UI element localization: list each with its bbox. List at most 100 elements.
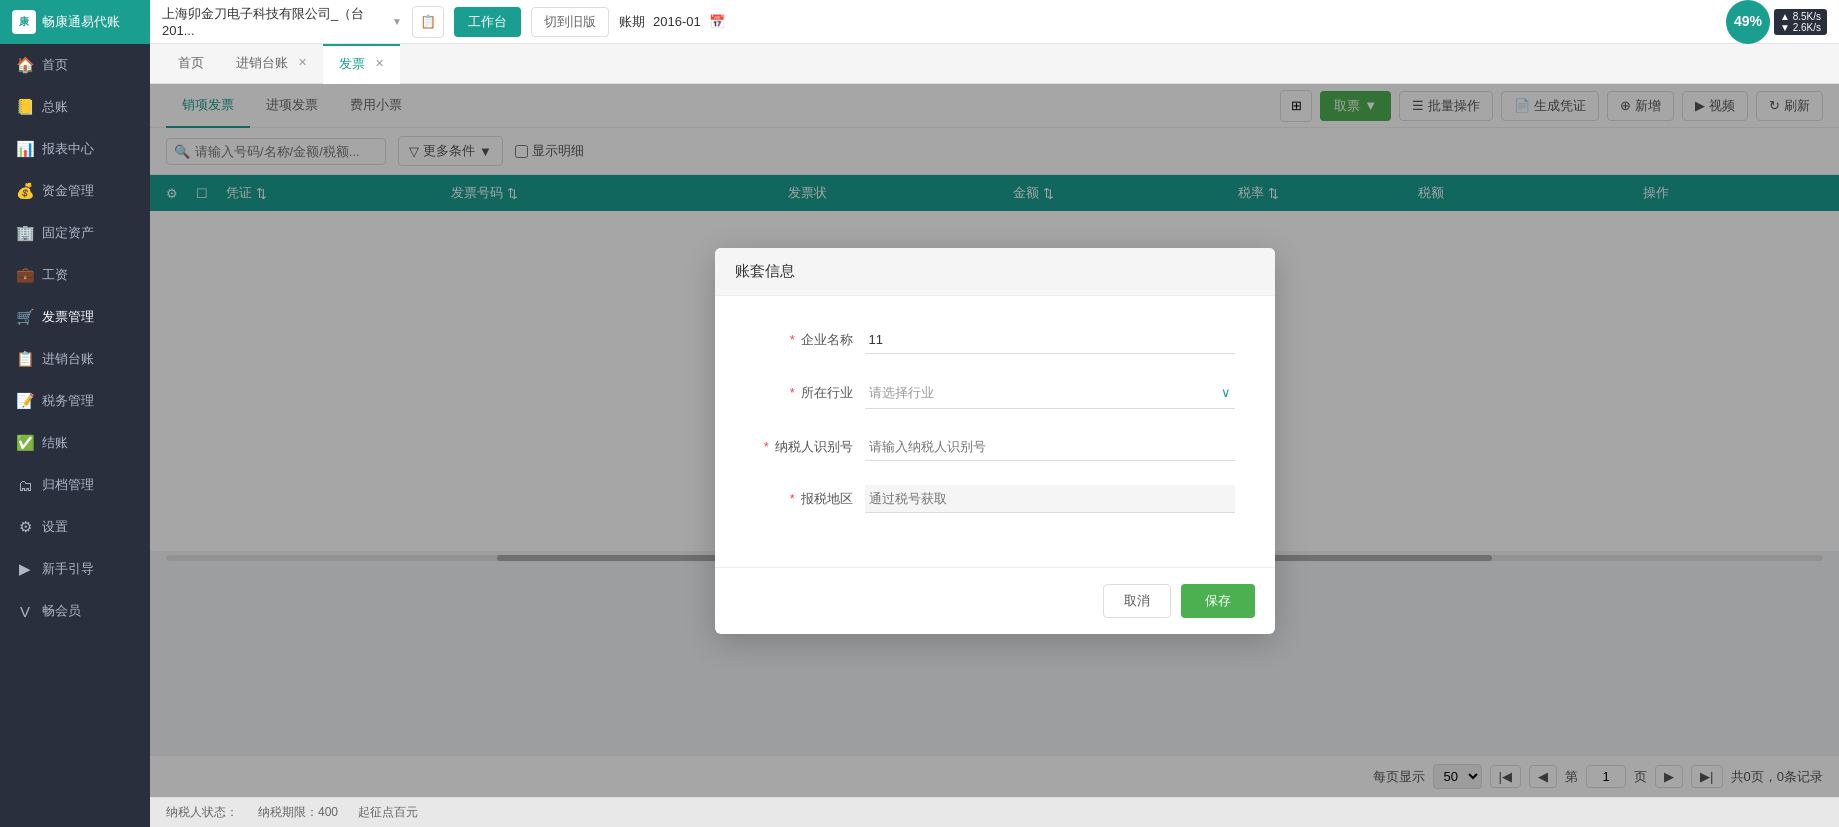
required-star: * <box>790 332 795 347</box>
chevron-down-icon: ▼ <box>392 16 402 27</box>
modal-body: * 企业名称 * 所在行业 请选择行业 <box>715 296 1275 567</box>
company-name: 上海卯金刀电子科技有限公司_（台201... <box>162 5 388 38</box>
info-icon: 📋 <box>420 14 436 29</box>
bottom-info2: 纳税期限：400 <box>258 804 338 821</box>
topbar: 上海卯金刀电子科技有限公司_（台201... ▼ 📋 工作台 切到旧版 账期 2… <box>150 0 1839 44</box>
sidebar-item-label: 资金管理 <box>42 182 94 200</box>
sidebar-item-reports[interactable]: 📊 报表中心 <box>0 128 150 170</box>
sidebar-item-label: 工资 <box>42 266 68 284</box>
sidebar-item-label: 固定资产 <box>42 224 94 242</box>
sidebar-item-settings[interactable]: ⚙ 设置 <box>0 506 150 548</box>
tab-invoice-label: 发票 <box>339 55 365 73</box>
industry-select-wrap[interactable]: 请选择行业 ∨ <box>865 378 1235 409</box>
sales-icon: 📋 <box>16 350 34 368</box>
sidebar-item-label: 结账 <box>42 434 68 452</box>
sidebar-item-label: 进销台账 <box>42 350 94 368</box>
logo-text: 畅康通易代账 <box>42 13 120 31</box>
tax-id-label: * 纳税人识别号 <box>755 438 865 456</box>
ledger-icon: 📒 <box>16 98 34 116</box>
modal-header: 账套信息 <box>715 248 1275 296</box>
tab-sales-ledger-label: 进销台账 <box>236 54 288 72</box>
speed-down: ▼ 2.6K/s <box>1780 22 1821 33</box>
sidebar-item-ledger[interactable]: 📒 总账 <box>0 86 150 128</box>
page-content: 销项发票 进项发票 费用小票 ⊞ 取票 ▼ ☰ <box>150 84 1839 797</box>
modal-title: 账套信息 <box>735 262 795 279</box>
sidebar-logo: 康 畅康通易代账 <box>0 0 150 44</box>
home-icon: 🏠 <box>16 56 34 74</box>
tax-region-input <box>865 485 1235 513</box>
sidebar-item-label: 税务管理 <box>42 392 94 410</box>
assets-icon: 🏢 <box>16 224 34 242</box>
old-version-button[interactable]: 切到旧版 <box>531 7 609 37</box>
sidebar-item-label: 总账 <box>42 98 68 116</box>
sidebar-item-tax[interactable]: 📝 税务管理 <box>0 380 150 422</box>
tab-close-icon[interactable]: ✕ <box>298 56 307 69</box>
chevron-down-icon: ∨ <box>1221 385 1231 400</box>
sidebar-item-label: 归档管理 <box>42 476 94 494</box>
cancel-button[interactable]: 取消 <box>1103 584 1171 618</box>
tax-icon: 📝 <box>16 392 34 410</box>
required-star: * <box>790 491 795 506</box>
topbar-right: 49% ▲ 8.5K/s ▼ 2.6K/s <box>1726 0 1827 44</box>
form-row-company-name: * 企业名称 <box>755 326 1235 354</box>
tax-region-label: * 报税地区 <box>755 490 865 508</box>
sidebar-item-label: 新手引导 <box>42 560 94 578</box>
workbench-button[interactable]: 工作台 <box>454 7 521 37</box>
tax-id-input[interactable] <box>865 433 1235 461</box>
tab-invoice[interactable]: 发票 ✕ <box>323 44 400 84</box>
sidebar-item-salary[interactable]: 💼 工资 <box>0 254 150 296</box>
industry-label: * 所在行业 <box>755 384 865 402</box>
speed-up: ▲ 8.5K/s <box>1780 11 1821 22</box>
sidebar-item-invoice[interactable]: 🛒 发票管理 <box>0 296 150 338</box>
company-name-input[interactable] <box>865 326 1235 354</box>
sidebar-item-guide[interactable]: ▶ 新手引导 <box>0 548 150 590</box>
member-icon: V <box>16 603 34 620</box>
salary-icon: 💼 <box>16 266 34 284</box>
bottom-info1: 纳税人状态： <box>166 804 238 821</box>
guide-icon: ▶ <box>16 560 34 578</box>
sidebar-item-settle[interactable]: ✅ 结账 <box>0 422 150 464</box>
calendar-icon[interactable]: 📅 <box>709 14 725 29</box>
period-label: 账期 <box>619 13 645 31</box>
sidebar-item-home[interactable]: 🏠 首页 <box>0 44 150 86</box>
reports-icon: 📊 <box>16 140 34 158</box>
sidebar-item-label: 发票管理 <box>42 308 94 326</box>
required-star: * <box>764 439 769 454</box>
sidebar-item-label: 畅会员 <box>42 602 81 620</box>
speed-numbers: ▲ 8.5K/s ▼ 2.6K/s <box>1774 9 1827 35</box>
sidebar-item-sales[interactable]: 📋 进销台账 <box>0 338 150 380</box>
period-info: 账期 2016-01 📅 <box>619 13 725 31</box>
company-name-label: * 企业名称 <box>755 331 865 349</box>
save-button[interactable]: 保存 <box>1181 584 1255 618</box>
main-content: 上海卯金刀电子科技有限公司_（台201... ▼ 📋 工作台 切到旧版 账期 2… <box>150 0 1839 827</box>
form-row-industry: * 所在行业 请选择行业 ∨ <box>755 378 1235 409</box>
logo-icon: 康 <box>12 10 36 34</box>
archive-icon: 🗂 <box>16 477 34 494</box>
sidebar-item-assets[interactable]: 🏢 固定资产 <box>0 212 150 254</box>
speed-indicator: 49% <box>1726 0 1770 44</box>
tab-close-icon[interactable]: ✕ <box>375 57 384 70</box>
modal-footer: 取消 保存 <box>715 567 1275 634</box>
sidebar-item-archive[interactable]: 🗂 归档管理 <box>0 464 150 506</box>
tab-home[interactable]: 首页 <box>162 44 220 84</box>
sidebar-item-finance[interactable]: 💰 资金管理 <box>0 170 150 212</box>
settle-icon: ✅ <box>16 434 34 452</box>
tab-bar: 首页 进销台账 ✕ 发票 ✕ <box>150 44 1839 84</box>
bottom-bar: 纳税人状态： 纳税期限：400 起征点百元 <box>150 797 1839 827</box>
required-star: * <box>790 385 795 400</box>
tab-home-label: 首页 <box>178 54 204 72</box>
company-selector[interactable]: 上海卯金刀电子科技有限公司_（台201... ▼ <box>162 5 402 38</box>
sidebar-item-label: 设置 <box>42 518 68 536</box>
speed-pct: 49% <box>1734 13 1762 30</box>
industry-select-display: 请选择行业 <box>865 378 1235 408</box>
account-info-modal: 账套信息 * 企业名称 <box>715 248 1275 634</box>
modal-overlay: 账套信息 * 企业名称 <box>150 84 1839 797</box>
sidebar-item-member[interactable]: V 畅会员 <box>0 590 150 632</box>
form-row-tax-region: * 报税地区 <box>755 485 1235 513</box>
form-row-tax-id: * 纳税人识别号 <box>755 433 1235 461</box>
sidebar-item-label: 首页 <box>42 56 68 74</box>
tab-sales-ledger[interactable]: 进销台账 ✕ <box>220 44 323 84</box>
sidebar-item-label: 报表中心 <box>42 140 94 158</box>
company-info-icon-btn[interactable]: 📋 <box>412 6 444 38</box>
invoice-icon: 🛒 <box>16 308 34 326</box>
